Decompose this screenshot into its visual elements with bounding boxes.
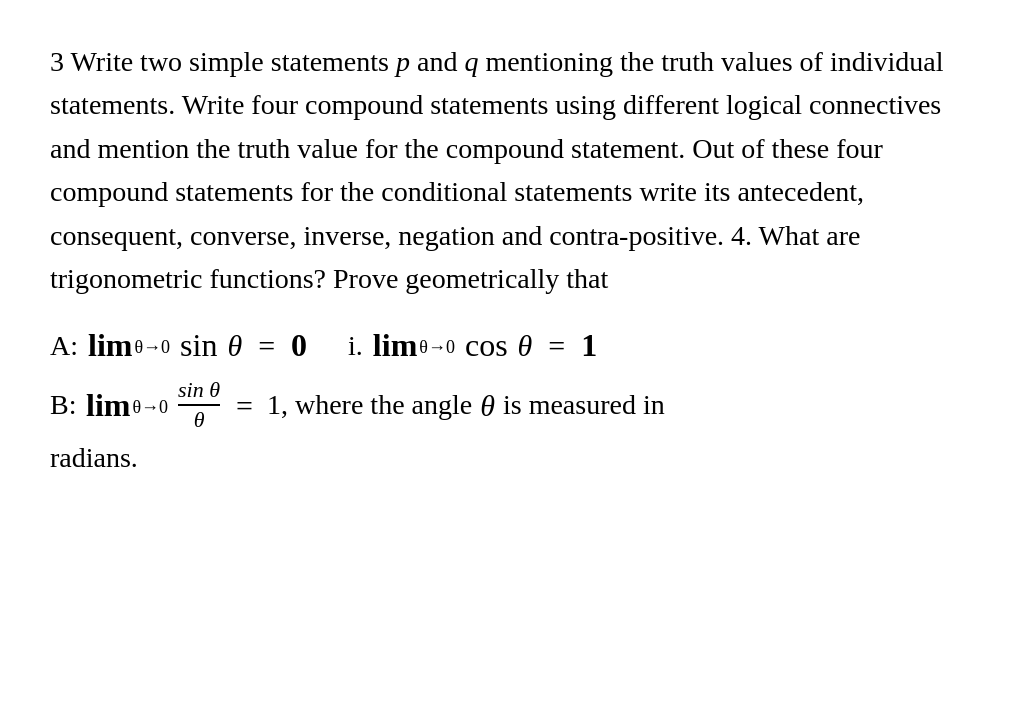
limit-expr-a1: limθ→0 (88, 318, 170, 372)
theta-a2: θ (518, 320, 533, 371)
b-text2: is measured in (503, 381, 665, 429)
problem-number: 3 (50, 46, 64, 77)
value-a2: 1 (581, 318, 597, 372)
answers-section: A: limθ→0 sin θ = 0 i. limθ→0 cos θ = 1 … (50, 318, 974, 481)
value-a1: 0 (291, 318, 307, 372)
i-label: i. (348, 322, 363, 370)
answer-b-line: B: limθ→0 sin θ θ = 1, where the angle θ… (50, 377, 974, 434)
radians-text: radians. (50, 434, 138, 482)
b-text: 1, where the angle (267, 381, 472, 429)
limit-expr-a2: limθ→0 (373, 318, 455, 372)
theta-b: θ (480, 380, 495, 431)
subscript-a2: θ→0 (419, 332, 455, 363)
cos-a2: cos (465, 318, 508, 372)
fraction-denominator: θ (194, 406, 205, 433)
problem-text: 3 Write two simple statements p and q me… (50, 40, 974, 300)
fraction-b: sin θ θ (178, 377, 220, 434)
fraction-numerator: sin θ (178, 377, 220, 406)
subscript-b: θ→0 (132, 392, 168, 423)
lim-a2: lim (373, 318, 417, 372)
answer-a-line: A: limθ→0 sin θ = 0 i. limθ→0 cos θ = 1 (50, 318, 974, 372)
theta-a1: θ (227, 320, 242, 371)
main-content: 3 Write two simple statements p and q me… (50, 40, 974, 485)
answer-b-label: B: (50, 381, 78, 429)
lim-b: lim (86, 378, 130, 432)
sin-a1: sin (180, 318, 217, 372)
limit-expr-b: limθ→0 (86, 378, 168, 432)
radians-line: radians. (50, 434, 974, 482)
answer-a-label: A: (50, 322, 78, 370)
subscript-a1: θ→0 (134, 332, 170, 363)
equals-b: = (236, 380, 253, 431)
lim-a1: lim (88, 318, 132, 372)
equals-a1: = (258, 320, 275, 371)
equals-a2: = (548, 320, 565, 371)
